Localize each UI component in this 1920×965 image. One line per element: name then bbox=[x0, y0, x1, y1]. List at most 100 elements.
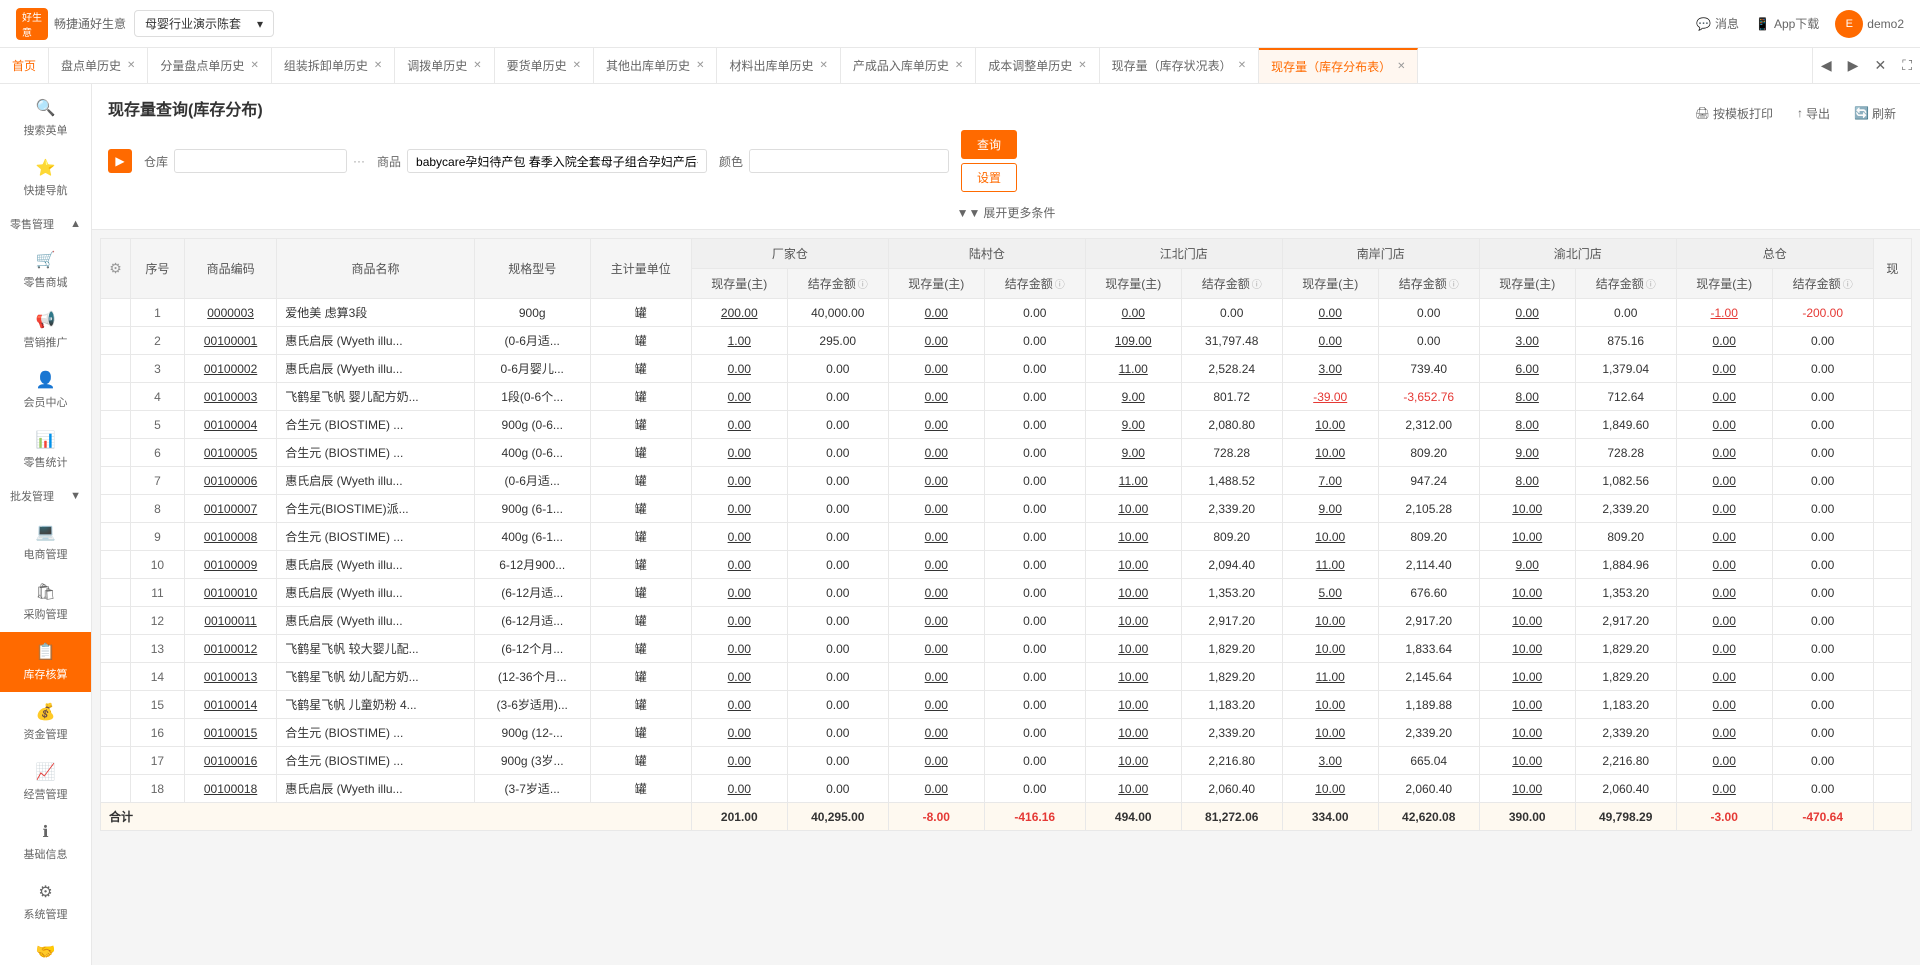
cell-na-qty[interactable]: 10.00 bbox=[1282, 691, 1378, 719]
cell-na-qty[interactable]: 10.00 bbox=[1282, 523, 1378, 551]
cell-yb-qty[interactable]: 10.00 bbox=[1479, 775, 1575, 803]
cell-jb-qty[interactable]: 10.00 bbox=[1085, 691, 1181, 719]
sidebar-item-search[interactable]: 🔍 搜索英单 bbox=[0, 88, 91, 148]
tab-fenpandian[interactable]: 分量盘点单历史 ✕ bbox=[148, 48, 271, 84]
cell-na-qty[interactable]: 0.00 bbox=[1282, 327, 1378, 355]
cell-fcc-qty[interactable]: 0.00 bbox=[691, 719, 787, 747]
cell-fcc-qty[interactable]: 0.00 bbox=[691, 663, 787, 691]
export-btn[interactable]: ↑ 导出 bbox=[1789, 101, 1838, 126]
cell-lcc-qty[interactable]: 0.00 bbox=[888, 579, 984, 607]
color-input[interactable] bbox=[749, 149, 949, 173]
cell-fcc-qty[interactable]: 0.00 bbox=[691, 383, 787, 411]
cell-fcc-qty[interactable]: 0.00 bbox=[691, 607, 787, 635]
warehouse-input[interactable] bbox=[174, 149, 347, 173]
cell-fcc-qty[interactable]: 0.00 bbox=[691, 355, 787, 383]
cell-na-qty[interactable]: 10.00 bbox=[1282, 719, 1378, 747]
cell-jb-qty[interactable]: 10.00 bbox=[1085, 747, 1181, 775]
expand-toggle-btn[interactable]: ▶ bbox=[108, 149, 132, 173]
cell-jb-qty[interactable]: 10.00 bbox=[1085, 775, 1181, 803]
tabs-expand-btn[interactable]: ⛶ bbox=[1894, 48, 1920, 84]
tab-yaohuo[interactable]: 要货单历史 ✕ bbox=[495, 48, 594, 84]
cell-tot-qty[interactable]: 0.00 bbox=[1676, 551, 1772, 579]
cell-code[interactable]: 00100016 bbox=[184, 747, 276, 775]
cell-lcc-qty[interactable]: 0.00 bbox=[888, 411, 984, 439]
cell-yb-qty[interactable]: 10.00 bbox=[1479, 691, 1575, 719]
sidebar-item-system[interactable]: ⚙ 系统管理 bbox=[0, 872, 91, 932]
cell-jb-qty[interactable]: 10.00 bbox=[1085, 607, 1181, 635]
message-btn[interactable]: 💬 消息 bbox=[1696, 15, 1739, 32]
cell-tot-qty[interactable]: 0.00 bbox=[1676, 747, 1772, 775]
sidebar-item-mall[interactable]: 🛒 零售商城 bbox=[0, 240, 91, 300]
cell-na-qty[interactable]: 9.00 bbox=[1282, 495, 1378, 523]
tabs-prev-btn[interactable]: ◀ bbox=[1813, 48, 1840, 84]
cell-tot-qty[interactable]: 0.00 bbox=[1676, 775, 1772, 803]
cell-yb-qty[interactable]: 6.00 bbox=[1479, 355, 1575, 383]
sidebar-item-ops[interactable]: 📈 经营管理 bbox=[0, 752, 91, 812]
tab-kcfb[interactable]: 现存量（库存分布表） ✕ bbox=[1259, 48, 1418, 84]
cell-lcc-qty[interactable]: 0.00 bbox=[888, 747, 984, 775]
sidebar-item-ecom[interactable]: 💻 电商管理 bbox=[0, 512, 91, 572]
tab-ccrk[interactable]: 产成品入库单历史 ✕ bbox=[841, 48, 976, 84]
cell-na-qty[interactable]: 10.00 bbox=[1282, 775, 1378, 803]
tab-qtck[interactable]: 其他出库单历史 ✕ bbox=[594, 48, 717, 84]
cell-fcc-qty[interactable]: 0.00 bbox=[691, 523, 787, 551]
expand-conditions-btn[interactable]: ▼▼ 展开更多条件 bbox=[957, 204, 1056, 221]
sidebar-item-member[interactable]: 👤 会员中心 bbox=[0, 360, 91, 420]
cell-code[interactable]: 00100007 bbox=[184, 495, 276, 523]
cell-na-qty[interactable]: 3.00 bbox=[1282, 355, 1378, 383]
cell-na-qty[interactable]: 3.00 bbox=[1282, 747, 1378, 775]
sidebar-item-stats[interactable]: 📊 零售统计 bbox=[0, 420, 91, 480]
sidebar-item-wholesale[interactable]: 批发管理 ▼ bbox=[0, 480, 91, 512]
cell-lcc-qty[interactable]: 0.00 bbox=[888, 467, 984, 495]
cell-code[interactable]: 00100004 bbox=[184, 411, 276, 439]
cell-jb-qty[interactable]: 10.00 bbox=[1085, 551, 1181, 579]
tab-home[interactable]: 首页 bbox=[0, 48, 49, 84]
info-icon[interactable]: ⓘ bbox=[1646, 280, 1656, 291]
cell-yb-qty[interactable]: 8.00 bbox=[1479, 467, 1575, 495]
cell-fcc-qty[interactable]: 200.00 bbox=[691, 299, 787, 327]
cell-tot-qty[interactable]: 0.00 bbox=[1676, 523, 1772, 551]
cell-lcc-qty[interactable]: 0.00 bbox=[888, 355, 984, 383]
cell-tot-qty[interactable]: 0.00 bbox=[1676, 579, 1772, 607]
cell-jb-qty[interactable]: 10.00 bbox=[1085, 719, 1181, 747]
cell-yb-qty[interactable]: 10.00 bbox=[1479, 635, 1575, 663]
cell-fcc-qty[interactable]: 0.00 bbox=[691, 411, 787, 439]
cell-na-qty[interactable]: -39.00 bbox=[1282, 383, 1378, 411]
cell-lcc-qty[interactable]: 0.00 bbox=[888, 383, 984, 411]
cell-code[interactable]: 00100003 bbox=[184, 383, 276, 411]
cell-na-qty[interactable]: 5.00 bbox=[1282, 579, 1378, 607]
cell-yb-qty[interactable]: 8.00 bbox=[1479, 411, 1575, 439]
info-icon[interactable]: ⓘ bbox=[1843, 280, 1853, 291]
cell-na-qty[interactable]: 11.00 bbox=[1282, 663, 1378, 691]
close-icon[interactable]: ✕ bbox=[473, 60, 481, 71]
cell-jb-qty[interactable]: 109.00 bbox=[1085, 327, 1181, 355]
cell-fcc-qty[interactable]: 0.00 bbox=[691, 579, 787, 607]
cell-fcc-qty[interactable]: 0.00 bbox=[691, 439, 787, 467]
refresh-btn[interactable]: 🔄 刷新 bbox=[1846, 101, 1904, 126]
cell-lcc-qty[interactable]: 0.00 bbox=[888, 551, 984, 579]
cell-jb-qty[interactable]: 10.00 bbox=[1085, 495, 1181, 523]
cell-lcc-qty[interactable]: 0.00 bbox=[888, 719, 984, 747]
cell-na-qty[interactable]: 10.00 bbox=[1282, 439, 1378, 467]
cell-yb-qty[interactable]: 10.00 bbox=[1479, 523, 1575, 551]
cell-lcc-qty[interactable]: 0.00 bbox=[888, 607, 984, 635]
cell-code[interactable]: 0000003 bbox=[184, 299, 276, 327]
cell-code[interactable]: 00100012 bbox=[184, 635, 276, 663]
cell-fcc-qty[interactable]: 1.00 bbox=[691, 327, 787, 355]
sidebar-item-marketing[interactable]: 📢 营销推广 bbox=[0, 300, 91, 360]
cell-lcc-qty[interactable]: 0.00 bbox=[888, 327, 984, 355]
cell-tot-qty[interactable]: 0.00 bbox=[1676, 607, 1772, 635]
cell-na-qty[interactable]: 10.00 bbox=[1282, 607, 1378, 635]
cell-yb-qty[interactable]: 0.00 bbox=[1479, 299, 1575, 327]
cell-code[interactable]: 00100008 bbox=[184, 523, 276, 551]
close-icon[interactable]: ✕ bbox=[127, 60, 135, 71]
sidebar-item-finance[interactable]: 💰 资金管理 bbox=[0, 692, 91, 752]
cell-tot-qty[interactable]: 0.00 bbox=[1676, 495, 1772, 523]
cell-jb-qty[interactable]: 11.00 bbox=[1085, 467, 1181, 495]
print-btn[interactable]: 🖨 按模板打印 bbox=[1687, 101, 1781, 126]
cell-code[interactable]: 00100001 bbox=[184, 327, 276, 355]
setting-btn[interactable]: 设置 bbox=[961, 163, 1017, 192]
cell-yb-qty[interactable]: 9.00 bbox=[1479, 551, 1575, 579]
cell-tot-qty[interactable]: 0.00 bbox=[1676, 719, 1772, 747]
tab-kczt[interactable]: 现存量（库存状况表） ✕ bbox=[1100, 48, 1259, 84]
